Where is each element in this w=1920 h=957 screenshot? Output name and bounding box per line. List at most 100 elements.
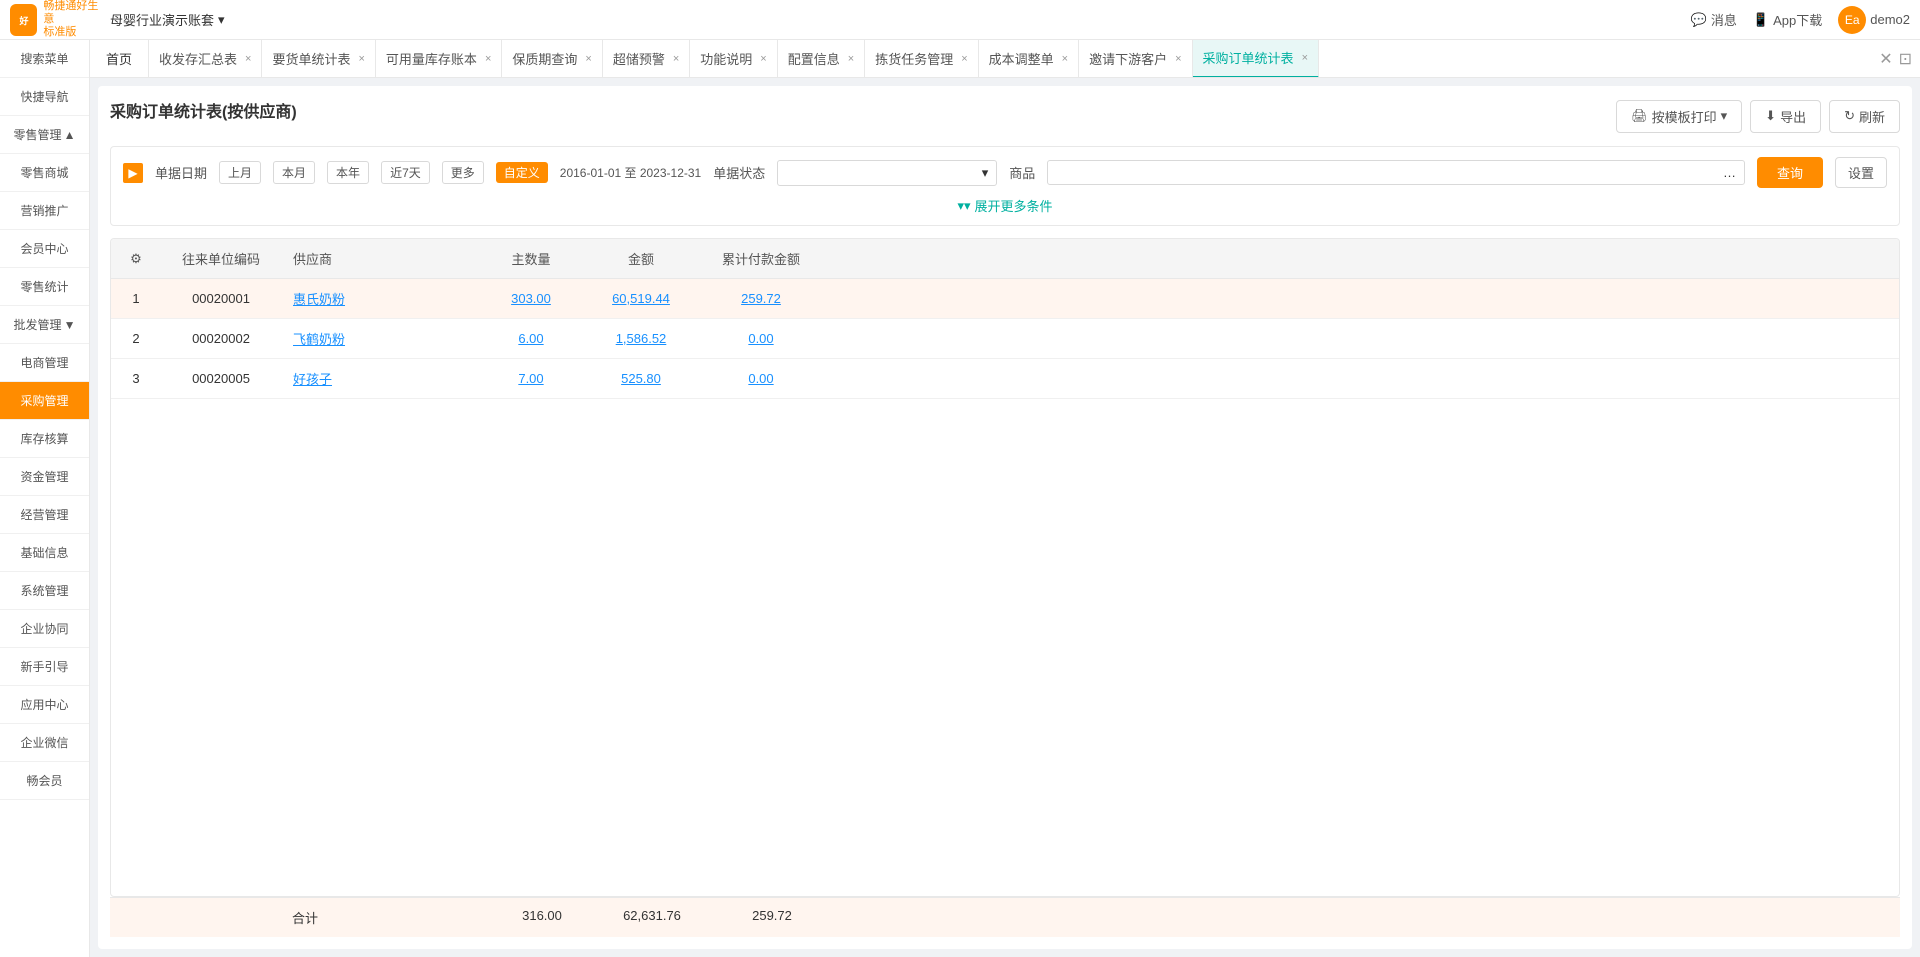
select-dropdown-icon: ▾ [982,165,989,181]
settings-button[interactable]: 设置 [1835,157,1887,188]
sidebar-item-quick-nav[interactable]: 快捷导航 [0,78,89,116]
tab-collect-pay[interactable]: 收发存汇总表 × [149,40,262,78]
message-button[interactable]: 💬 消息 [1691,10,1737,29]
date-filter-this-month[interactable]: 本月 [273,161,315,184]
tab-close-stock-account[interactable]: × [485,53,491,65]
export-button[interactable]: ⬇ 导出 [1750,100,1821,133]
sidebar-item-search[interactable]: 搜索菜单 [0,40,89,78]
sidebar-item-retail-stats[interactable]: 零售统计 [0,268,89,306]
sidebar-item-operations[interactable]: 经营管理 [0,496,89,534]
th-settings: ⚙ [111,239,161,279]
table-row: 3 00020005 好孩子 7.00 525.80 [111,359,1899,399]
sidebar-item-inventory[interactable]: 库存核算 [0,420,89,458]
content-area: 首页 收发存汇总表 × 要货单统计表 × 可用量库存账本 × 保质期查询 × 超… [90,40,1920,957]
sidebar-item-app-center[interactable]: 应用中心 [0,686,89,724]
row-code-1: 00020001 [161,279,281,319]
amount-link-3[interactable]: 525.80 [621,371,661,386]
sidebar-item-basics[interactable]: 基础信息 [0,534,89,572]
goods-filter-input[interactable]: … [1047,160,1745,185]
sidebar-item-wholesale-mgmt[interactable]: 批发管理 ▼ [0,306,89,344]
footer-label: 合计 [292,908,492,927]
amount-link-2[interactable]: 1,586.52 [616,331,667,346]
tab-goods-stats[interactable]: 要货单统计表 × [262,40,375,78]
tab-close-func-desc[interactable]: × [760,53,766,65]
sidebar-item-ecommerce[interactable]: 电商管理 [0,344,89,382]
close-all-tabs-button[interactable]: ✕ [1879,49,1892,69]
qty-link-1[interactable]: 303.00 [511,291,551,306]
date-filter-7days[interactable]: 近7天 [381,161,430,184]
refresh-button[interactable]: ↻ 刷新 [1829,100,1900,133]
status-filter-label: 单据状态 [713,163,765,182]
row-qty-1: 303.00 [481,279,581,319]
paid-link-3[interactable]: 0.00 [748,371,773,386]
tab-func-desc[interactable]: 功能说明 × [690,40,777,78]
workspace-selector[interactable]: 母婴行业演示账套 ▾ [110,10,225,29]
filter-toggle-arrow[interactable]: ▶ [123,163,143,183]
status-filter-select[interactable]: ▾ [777,160,997,186]
filter-bar: ▶ 单据日期 上月 本月 本年 近7天 更多 自定义 2016-01-01 至 … [110,146,1900,226]
tab-close-expiry-query[interactable]: × [585,53,591,65]
tab-home[interactable]: 首页 [90,40,149,78]
tab-cost-adjust[interactable]: 成本调整单 × [979,40,1079,78]
date-filter-more[interactable]: 更多 [442,161,484,184]
user-avatar-area[interactable]: Ea demo2 [1838,6,1910,34]
sidebar-item-marketing[interactable]: 营销推广 [0,192,89,230]
sidebar-item-finance[interactable]: 资金管理 [0,458,89,496]
tab-pick-task[interactable]: 拣货任务管理 × [865,40,978,78]
sidebar-item-enterprise-wechat[interactable]: 企业微信 [0,724,89,762]
chevron-icon: ▼ [64,318,76,332]
tab-close-overstock-alert[interactable]: × [673,53,679,65]
tab-close-goods-stats[interactable]: × [358,53,364,65]
sidebar-item-enterprise-collab[interactable]: 企业协同 [0,610,89,648]
sidebar-item-purchase-mgmt[interactable]: 采购管理 [0,382,89,420]
tab-close-invite-downstream[interactable]: × [1175,53,1181,65]
tab-expiry-query[interactable]: 保质期查询 × [502,40,602,78]
footer-empty-2 [172,908,292,927]
sidebar-item-new-guide[interactable]: 新手引导 [0,648,89,686]
maximize-button[interactable]: ⊡ [1899,49,1912,69]
tab-config-info[interactable]: 配置信息 × [778,40,865,78]
sidebar-item-member-center[interactable]: 会员中心 [0,230,89,268]
sidebar-item-vip[interactable]: 畅会员 [0,762,89,800]
supplier-link-3[interactable]: 好孩子 [293,372,332,387]
sidebar-item-system[interactable]: 系统管理 [0,572,89,610]
tab-close-config-info[interactable]: × [848,53,854,65]
table-footer: 合计 316.00 62,631.76 259.72 [110,897,1900,937]
tab-bar: 首页 收发存汇总表 × 要货单统计表 × 可用量库存账本 × 保质期查询 × 超… [90,40,1920,78]
supplier-link-1[interactable]: 惠氏奶粉 [293,292,345,307]
purchase-stats-table: ⚙ 往来单位编码 供应商 主数量 金额 累计付款金额 1 00020001 [111,239,1899,399]
app-download-button[interactable]: 📱 App下载 [1753,10,1822,29]
expand-more-filters-button[interactable]: ▾▾ 展开更多条件 [957,196,1052,215]
tab-close-cost-adjust[interactable]: × [1062,53,1068,65]
tab-stock-account[interactable]: 可用量库存账本 × [376,40,502,78]
sidebar-item-retail-mgmt[interactable]: 零售管理 ▲ [0,116,89,154]
tab-close-pick-task[interactable]: × [961,53,967,65]
row-amount-3: 525.80 [581,359,701,399]
footer-paid: 259.72 [712,908,832,927]
tab-bar-actions: ✕ ⊡ [1869,49,1920,69]
th-extra [821,239,1899,279]
amount-link-1[interactable]: 60,519.44 [612,291,670,306]
logo-area: 好 畅捷通好生意 标准版 [10,0,100,39]
th-supplier: 供应商 [281,239,481,279]
template-print-button[interactable]: 🖨 按模板打印 ▾ [1616,100,1742,133]
paid-link-1[interactable]: 259.72 [741,291,781,306]
tab-invite-downstream[interactable]: 邀请下游客户 × [1079,40,1192,78]
tab-overstock-alert[interactable]: 超储预警 × [603,40,690,78]
tab-close-purchase-stats[interactable]: × [1302,52,1308,64]
footer-amount: 62,631.76 [592,908,712,927]
paid-link-2[interactable]: 0.00 [748,331,773,346]
qty-link-2[interactable]: 6.00 [518,331,543,346]
tab-close-collect-pay[interactable]: × [245,53,251,65]
date-filter-this-year[interactable]: 本年 [327,161,369,184]
supplier-link-2[interactable]: 飞鹤奶粉 [293,332,345,347]
sidebar: 搜索菜单 快捷导航 零售管理 ▲ 零售商城 营销推广 会员中心 零售统计 批发管… [0,40,90,957]
sidebar-item-retail-shop[interactable]: 零售商城 [0,154,89,192]
table-container: ⚙ 往来单位编码 供应商 主数量 金额 累计付款金额 1 00020001 [110,238,1900,897]
main-layout: 搜索菜单 快捷导航 零售管理 ▲ 零售商城 营销推广 会员中心 零售统计 批发管… [0,40,1920,957]
row-paid-3: 0.00 [701,359,821,399]
qty-link-3[interactable]: 7.00 [518,371,543,386]
query-button[interactable]: 查询 [1757,157,1823,188]
tab-purchase-stats[interactable]: 采购订单统计表 × [1193,40,1319,78]
date-filter-prev-month[interactable]: 上月 [219,161,261,184]
